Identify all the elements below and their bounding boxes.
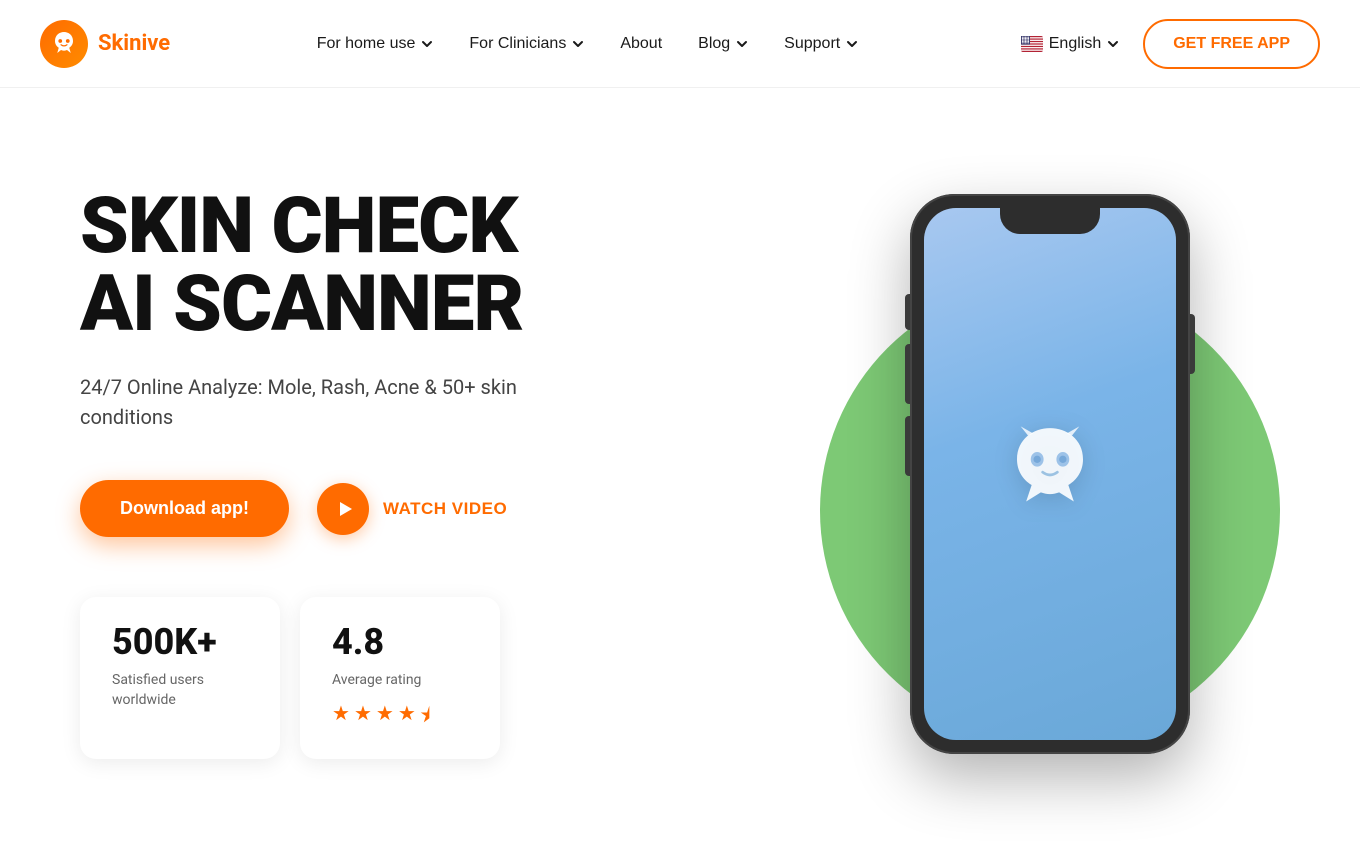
logo[interactable]: Skinive — [40, 20, 170, 68]
watch-video-button[interactable]: WATCH VIDEO — [317, 483, 507, 535]
stats-row: 500K+ Satisfied users worldwide 4.8 Aver… — [80, 597, 560, 759]
watch-video-label: WATCH VIDEO — [383, 499, 507, 519]
hero-subtitle: 24/7 Online Analyze: Mole, Rash, Acne & … — [80, 372, 560, 432]
navbar: Skinive For home use For Clinicians Abou… — [0, 0, 1360, 88]
nav-blog[interactable]: Blog — [682, 27, 764, 61]
hero-phone — [860, 174, 1240, 774]
phone-volume-up-button — [905, 344, 910, 404]
nav-blog-label: Blog — [698, 35, 730, 53]
nav-support[interactable]: Support — [768, 27, 874, 61]
phone-app-logo — [995, 419, 1105, 529]
chevron-down-icon — [1107, 38, 1119, 50]
star-3: ★ — [376, 701, 394, 735]
chevron-down-icon — [736, 38, 748, 50]
logo-icon — [40, 20, 88, 68]
nav-about[interactable]: About — [604, 27, 678, 61]
flag-icon — [1021, 36, 1043, 52]
chevron-down-icon — [421, 38, 433, 50]
nav-support-label: Support — [784, 35, 840, 53]
phone-mute-button — [905, 294, 910, 330]
phone-frame — [910, 194, 1190, 754]
phone-logo-svg — [995, 419, 1105, 529]
star-half: ⯨ — [420, 701, 431, 735]
get-free-app-button[interactable]: GET FREE APP — [1143, 19, 1320, 69]
stat-rating-number: 4.8 — [332, 621, 468, 663]
star-2: ★ — [354, 701, 372, 735]
hero-section: SKIN CHECK AI SCANNER 24/7 Online Analyz… — [0, 88, 1360, 859]
nav-links: For home use For Clinicians About Blog S… — [301, 27, 875, 61]
hero-buttons: Download app! WATCH VIDEO — [80, 480, 560, 537]
hero-content: SKIN CHECK AI SCANNER 24/7 Online Analyz… — [80, 188, 560, 759]
phone-device — [910, 194, 1190, 754]
hero-title-line2: AI SCANNER — [80, 259, 523, 350]
logo-svg — [49, 29, 79, 59]
phone-notch — [1000, 208, 1100, 234]
phone-volume-down-button — [905, 416, 910, 476]
chevron-down-icon — [572, 38, 584, 50]
nav-for-home[interactable]: For home use — [301, 27, 450, 61]
nav-right: English GET FREE APP — [1005, 19, 1320, 69]
stat-card-rating: 4.8 Average rating ★ ★ ★ ★ ⯨ — [300, 597, 500, 759]
play-triangle-icon — [336, 500, 354, 518]
play-icon — [317, 483, 369, 535]
stat-rating-label: Average rating — [332, 671, 468, 691]
stat-users-label-line1: Satisfied users — [112, 672, 204, 688]
nav-for-clinicians[interactable]: For Clinicians — [453, 27, 600, 61]
star-4: ★ — [398, 701, 416, 735]
nav-about-label: About — [620, 35, 662, 53]
language-label: English — [1049, 35, 1101, 53]
nav-for-clinicians-label: For Clinicians — [469, 35, 566, 53]
stat-users-count: 500K+ — [112, 621, 248, 663]
stat-users-label-line2: worldwide — [112, 692, 176, 708]
star-rating: ★ ★ ★ ★ ⯨ — [332, 701, 468, 735]
chevron-down-icon — [846, 38, 858, 50]
download-app-button[interactable]: Download app! — [80, 480, 289, 537]
hero-title: SKIN CHECK AI SCANNER — [80, 188, 560, 344]
nav-for-home-label: For home use — [317, 35, 416, 53]
stat-card-users: 500K+ Satisfied users worldwide — [80, 597, 280, 759]
language-selector[interactable]: English — [1005, 27, 1135, 61]
logo-text: Skinive — [98, 31, 170, 56]
stat-users-label: Satisfied users worldwide — [112, 671, 248, 710]
star-1: ★ — [332, 701, 350, 735]
phone-screen — [924, 208, 1176, 740]
phone-power-button — [1190, 314, 1195, 374]
